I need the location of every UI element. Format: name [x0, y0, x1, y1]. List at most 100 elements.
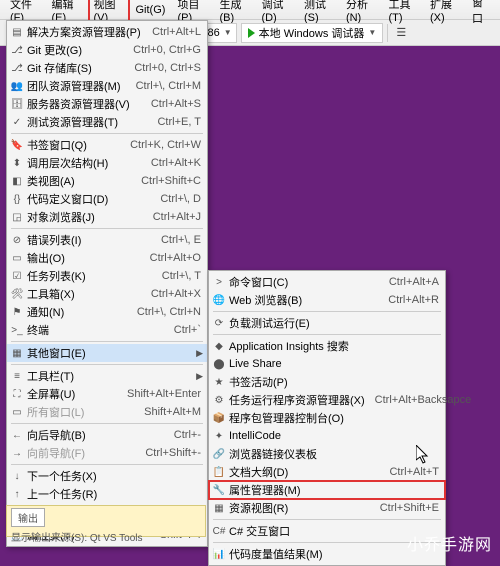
menu-item[interactable]: ⎇Git 更改(G)Ctrl+0, Ctrl+G — [7, 41, 207, 59]
menu-item[interactable]: {}代码定义窗口(D)Ctrl+\, D — [7, 190, 207, 208]
menu-item-label: 对象浏览器(J) — [27, 209, 143, 225]
menu-item[interactable]: ★书签活动(P) — [209, 373, 445, 391]
menu-item-label: 代码定义窗口(D) — [27, 191, 150, 207]
menu-item[interactable]: 👥团队资源管理器(M)Ctrl+\, Ctrl+M — [7, 77, 207, 95]
menubar-item[interactable]: 工具(T) — [382, 0, 424, 26]
menu-item[interactable]: 🔖书签窗口(Q)Ctrl+K, Ctrl+W — [7, 136, 207, 154]
menu-item-shortcut: Ctrl+` — [164, 324, 201, 336]
menu-item-shortcut: Shift+Alt+M — [134, 406, 201, 418]
output-icon: ▭ — [10, 251, 24, 265]
menu-item[interactable]: ▦资源视图(R)Ctrl+Shift+E — [209, 499, 445, 517]
menu-item[interactable]: ⊘错误列表(I)Ctrl+\, E — [7, 231, 207, 249]
menu-item[interactable]: ▭输出(O)Ctrl+Alt+O — [7, 249, 207, 267]
menu-item-label: 下一个任务(X) — [27, 468, 201, 484]
menu-item-shortcut: Ctrl+\, Ctrl+N — [127, 306, 201, 318]
menubar-item[interactable]: 窗口 — [466, 0, 496, 28]
menu-item[interactable]: 🌐Web 浏览器(B)Ctrl+Alt+R — [209, 291, 445, 309]
separator — [387, 24, 388, 42]
menu-item[interactable]: 📦程序包管理器控制台(O) — [209, 409, 445, 427]
git-icon: ⎇ — [10, 61, 24, 75]
menu-item[interactable]: ↑上一个任务(R) — [7, 485, 207, 503]
menubar-item[interactable]: Git(G) — [130, 2, 172, 18]
taskr-icon: ⚙ — [212, 393, 226, 407]
menu-item[interactable]: ≡工具栏(T)▶ — [7, 367, 207, 385]
menu-item[interactable]: →向前导航(F)Ctrl+Shift+- — [7, 444, 207, 462]
error-icon: ⊘ — [10, 233, 24, 247]
doc-icon: 📋 — [212, 465, 226, 479]
menu-item[interactable]: ⎇Git 存储库(S)Ctrl+0, Ctrl+S — [7, 59, 207, 77]
menu-item[interactable]: ☑任务列表(K)Ctrl+\, T — [7, 267, 207, 285]
submenu-arrow-icon: ▶ — [196, 348, 203, 359]
menu-item[interactable]: ▤解决方案资源管理器(P)Ctrl+Alt+L — [7, 23, 207, 41]
menu-separator — [11, 364, 203, 365]
solution-icon: ▤ — [10, 25, 24, 39]
submenu-arrow-icon: ▶ — [196, 371, 203, 382]
menu-item[interactable]: ✦IntelliCode — [209, 427, 445, 445]
notify-icon: ⚑ — [10, 305, 24, 319]
menu-item[interactable]: ◲对象浏览器(J)Ctrl+Alt+J — [7, 208, 207, 226]
menu-item[interactable]: ◧类视图(A)Ctrl+Shift+C — [7, 172, 207, 190]
prev-icon: ↑ — [10, 487, 24, 501]
menu-item[interactable]: ⚙任务运行程序资源管理器(X)Ctrl+Alt+Backsapce — [209, 391, 445, 409]
menu-item-shortcut: Ctrl+Shift+- — [135, 447, 201, 459]
chevron-down-icon: ▼ — [368, 28, 376, 37]
menu-separator — [213, 311, 441, 312]
run-button[interactable]: 本地 Windows 调试器 ▼ — [241, 23, 384, 43]
intel-icon: ✦ — [212, 429, 226, 443]
output-title: 输出 — [11, 508, 45, 527]
menu-item-shortcut: Ctrl+- — [164, 429, 201, 441]
menu-item[interactable]: ◆Application Insights 搜索 — [209, 337, 445, 355]
menu-item-label: 工具栏(T) — [27, 368, 201, 384]
menu-item-shortcut: Ctrl+Alt+L — [142, 26, 201, 38]
menu-item[interactable]: 🔧属性管理器(M) — [209, 481, 445, 499]
menu-item-label: 命令窗口(C) — [229, 274, 379, 290]
menu-item-label: 测试资源管理器(T) — [27, 114, 147, 130]
menu-item[interactable]: ⟳负载测试运行(E) — [209, 314, 445, 332]
menubar-item[interactable]: 扩展(X) — [424, 0, 466, 26]
menu-item-label: 程序包管理器控制台(O) — [229, 410, 439, 426]
menu-item[interactable]: ✓测试资源管理器(T)Ctrl+E, T — [7, 113, 207, 131]
menu-item[interactable]: ←向后导航(B)Ctrl+- — [7, 426, 207, 444]
menu-item[interactable]: >_终端Ctrl+` — [7, 321, 207, 339]
play-icon — [248, 28, 255, 38]
menu-item[interactable]: ⛶全屏幕(U)Shift+Alt+Enter — [7, 385, 207, 403]
other-windows-submenu: >命令窗口(C)Ctrl+Alt+A🌐Web 浏览器(B)Ctrl+Alt+R ⟳… — [208, 270, 446, 566]
menu-item-shortcut: Ctrl+Alt+K — [141, 157, 201, 169]
menu-item-label: 书签活动(P) — [229, 374, 439, 390]
menu-item[interactable]: ↓下一个任务(X) — [7, 467, 207, 485]
menu-item[interactable]: 📋文档大纲(D)Ctrl+Alt+T — [209, 463, 445, 481]
menu-item-label: 书签窗口(Q) — [27, 137, 120, 153]
menu-item[interactable]: 🗄服务器资源管理器(V)Ctrl+Alt+S — [7, 95, 207, 113]
menu-item-label: 类视图(A) — [27, 173, 131, 189]
menu-item[interactable]: ▭所有窗口(L)Shift+Alt+M — [7, 403, 207, 421]
cursor-icon — [416, 445, 432, 465]
bar-icon: ≡ — [10, 369, 24, 383]
menu-separator — [11, 464, 203, 465]
menu-item[interactable]: ▦其他窗口(E)▶ — [7, 344, 207, 362]
ai-icon: ◆ — [212, 339, 226, 353]
menu-item-shortcut: Ctrl+Alt+Backsapce — [365, 394, 472, 406]
next-icon: ↓ — [10, 469, 24, 483]
menu-item-shortcut: Ctrl+K, Ctrl+W — [120, 139, 201, 151]
menu-item-shortcut: Ctrl+Alt+T — [379, 466, 439, 478]
menu-separator — [11, 423, 203, 424]
menu-item[interactable]: >命令窗口(C)Ctrl+Alt+A — [209, 273, 445, 291]
watermark: 小乔手游网 — [407, 531, 492, 555]
tool-icon[interactable]: ☰ — [392, 24, 410, 42]
menu-item[interactable]: ⬍调用层次结构(H)Ctrl+Alt+K — [7, 154, 207, 172]
chevron-down-icon: ▼ — [224, 28, 232, 37]
propm-icon: 🔧 — [212, 483, 226, 497]
object-icon: ◲ — [10, 210, 24, 224]
menu-item-label: 通知(N) — [27, 304, 127, 320]
menu-item[interactable]: ⬤Live Share — [209, 355, 445, 373]
menu-item[interactable]: 🛠工具箱(X)Ctrl+Alt+X — [7, 285, 207, 303]
menu-item[interactable]: ⚑通知(N)Ctrl+\, Ctrl+N — [7, 303, 207, 321]
menu-item-label: 上一个任务(R) — [27, 486, 201, 502]
menu-item[interactable]: 🔗浏览器链接仪表板 — [209, 445, 445, 463]
menu-item-label: 工具箱(X) — [27, 286, 141, 302]
all-icon: ▭ — [10, 405, 24, 419]
browser-icon: 🔗 — [212, 447, 226, 461]
menu-item-label: 全屏幕(U) — [27, 386, 117, 402]
output-panel: 输出 显示输出来源(S): Qt VS Tools — [6, 505, 206, 537]
terminal-icon: >_ — [10, 323, 24, 337]
